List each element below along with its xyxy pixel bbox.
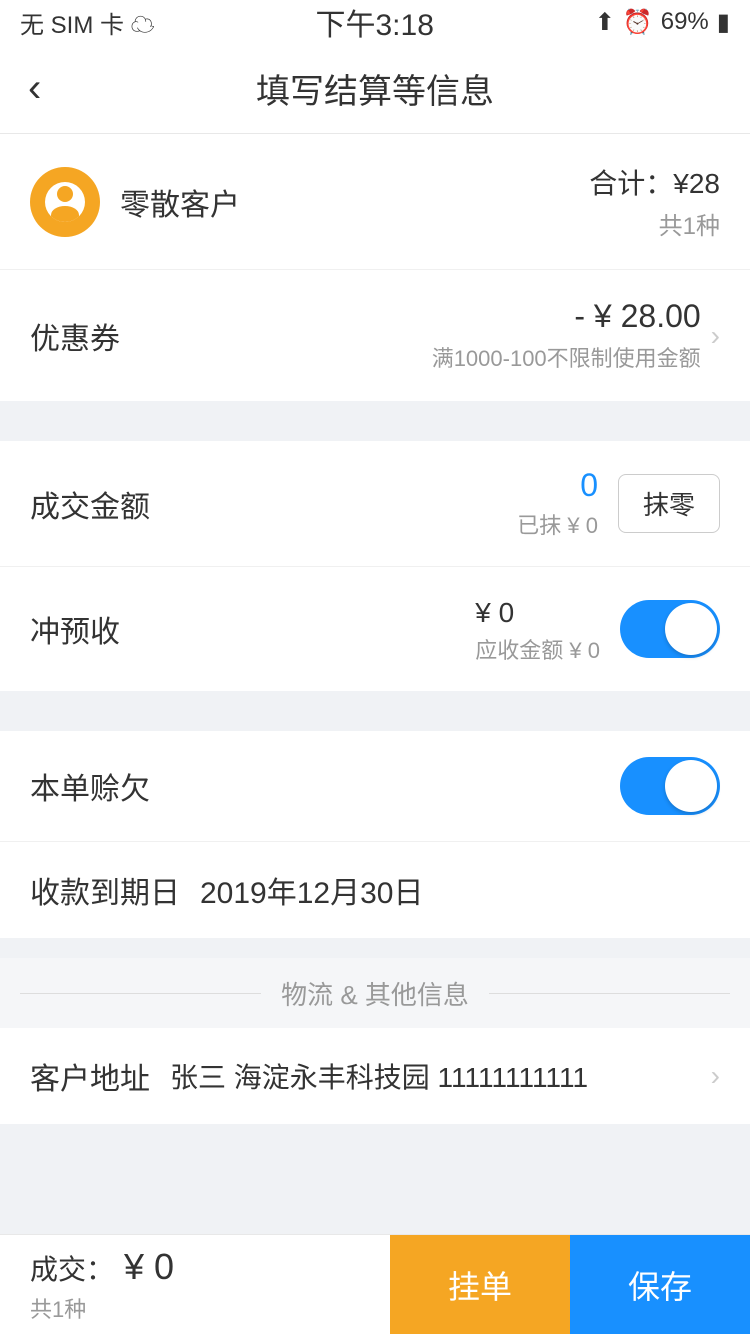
- deal-section: 成交金额 0 已抹 ¥ 0 抹零 冲预收 ¥ 0 应收金额 ¥ 0: [0, 441, 750, 691]
- deal-amount-value[interactable]: 0: [517, 467, 598, 504]
- sim-status: 无 SIM 卡 ☁: [20, 5, 155, 40]
- address-label: 客户地址: [30, 1054, 150, 1098]
- nav-bar: ‹ 填写结算等信息: [0, 44, 750, 134]
- logistics-divider: 物流 & 其他信息: [0, 958, 750, 1028]
- alarm-icon: ⏰: [623, 8, 653, 37]
- bottom-deal-amount: ¥ 0: [124, 1246, 174, 1288]
- coupon-chevron-icon: ›: [711, 320, 720, 352]
- avatar: [30, 167, 100, 237]
- deal-amount-row: 成交金额 0 已抹 ¥ 0 抹零: [0, 441, 750, 567]
- deal-amount-label: 成交金额: [30, 482, 150, 526]
- deal-amount-sub: 已抹 ¥ 0: [517, 508, 598, 540]
- logistics-line-right: [489, 993, 730, 994]
- credit-section: 本单赊欠 收款到期日 2019年12月30日: [0, 731, 750, 938]
- status-right: ⬆ ⏰ 69% ▮: [595, 8, 730, 37]
- advance-left: 冲预收: [30, 607, 120, 651]
- credit-row: 本单赊欠: [0, 731, 750, 842]
- bottom-deal-label: 成交：: [30, 1248, 114, 1288]
- hold-button[interactable]: 挂单: [390, 1235, 570, 1334]
- avatar-icon: [45, 182, 85, 222]
- total-amount: 合计：¥28: [589, 162, 720, 202]
- customer-name: 零散客户: [120, 180, 240, 224]
- credit-toggle[interactable]: [620, 757, 720, 815]
- bottom-deal-count: 共1种: [30, 1292, 360, 1324]
- bottom-deal-row: 成交： ¥ 0: [30, 1246, 360, 1288]
- coupon-detail: - ¥ 28.00 满1000-100不限制使用金额: [432, 298, 701, 373]
- coupon-desc: 满1000-100不限制使用金额: [432, 341, 701, 373]
- coupon-row[interactable]: 优惠券 - ¥ 28.00 满1000-100不限制使用金额 ›: [0, 269, 750, 401]
- advance-label: 冲预收: [30, 607, 120, 651]
- customer-section: 零散客户 合计：¥28 共1种 优惠券 - ¥ 28.00 满1000-100不…: [0, 134, 750, 401]
- page-title: 填写结算等信息: [256, 64, 494, 113]
- divider-1: [0, 421, 750, 441]
- status-time: 下午3:18: [316, 0, 434, 44]
- advance-payment-row: 冲预收 ¥ 0 应收金额 ¥ 0: [0, 567, 750, 691]
- credit-label: 本单赊欠: [30, 764, 150, 808]
- advance-toggle[interactable]: [620, 600, 720, 658]
- divider-2: [0, 711, 750, 731]
- advance-sub: 应收金额 ¥ 0: [475, 633, 600, 665]
- deal-amount-value-area: 0 已抹 ¥ 0 抹零: [517, 467, 720, 540]
- status-left: 无 SIM 卡 ☁: [20, 5, 155, 40]
- logistics-label: 物流 & 其他信息: [281, 975, 469, 1012]
- save-button[interactable]: 保存: [570, 1235, 750, 1334]
- customer-row: 零散客户 合计：¥28 共1种: [0, 134, 750, 269]
- location-icon: ⬆: [595, 8, 615, 37]
- advance-right: ¥ 0 应收金额 ¥ 0: [475, 593, 720, 665]
- advance-value-col: ¥ 0 应收金额 ¥ 0: [475, 593, 600, 665]
- address-section: 客户地址 张三 海淀永丰科技园 11111111111 ›: [0, 1028, 750, 1124]
- round-zero-button[interactable]: 抹零: [618, 474, 720, 533]
- toggle-knob: [665, 603, 717, 655]
- due-date-label: 收款到期日: [30, 868, 180, 912]
- back-button[interactable]: ‹: [28, 66, 41, 111]
- credit-toggle-knob: [665, 760, 717, 812]
- bottom-summary: 成交： ¥ 0 共1种: [0, 1246, 390, 1324]
- status-bar: 无 SIM 卡 ☁ 下午3:18 ⬆ ⏰ 69% ▮: [0, 0, 750, 44]
- battery-level: 69%: [661, 8, 709, 36]
- bottom-bar: 成交： ¥ 0 共1种 挂单 保存: [0, 1234, 750, 1334]
- coupon-label: 优惠券: [30, 314, 120, 358]
- battery-icon: ▮: [717, 8, 730, 37]
- due-date-row[interactable]: 收款到期日 2019年12月30日: [0, 842, 750, 938]
- due-date-value: 2019年12月30日: [200, 868, 423, 912]
- address-chevron-icon: ›: [711, 1060, 720, 1092]
- coupon-right: - ¥ 28.00 满1000-100不限制使用金额 ›: [432, 298, 720, 373]
- logistics-line-left: [20, 993, 261, 994]
- customer-right: 合计：¥28 共1种: [589, 162, 720, 241]
- address-row[interactable]: 客户地址 张三 海淀永丰科技园 11111111111 ›: [0, 1028, 750, 1124]
- deal-amount-right: 0 已抹 ¥ 0: [517, 467, 598, 540]
- coupon-discount: - ¥ 28.00: [432, 298, 701, 335]
- address-value: 张三 海淀永丰科技园 11111111111: [170, 1056, 711, 1096]
- customer-left: 零散客户: [30, 167, 240, 237]
- advance-amount: ¥ 0: [475, 597, 600, 629]
- total-count: 共1种: [589, 206, 720, 241]
